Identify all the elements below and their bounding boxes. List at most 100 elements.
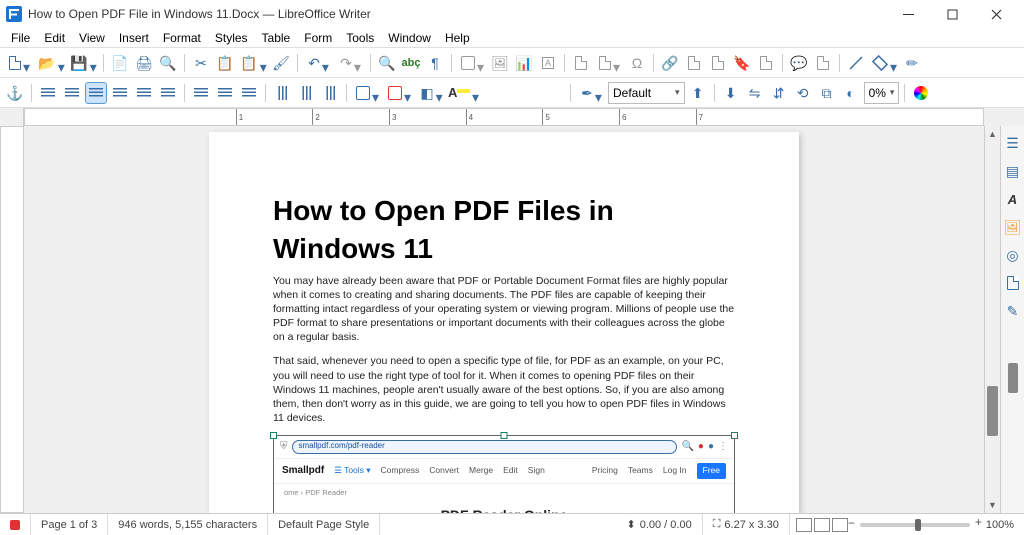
rotate-button[interactable]: ⟲ [792, 82, 814, 104]
zoom-slider[interactable] [860, 523, 970, 527]
export-pdf-button[interactable]: 📄 [109, 52, 131, 74]
view-book[interactable] [832, 518, 848, 532]
sidebar-settings-icon[interactable]: ☰ [1004, 134, 1022, 152]
save-button[interactable]: 💾▾ [68, 52, 98, 74]
scroll-down-arrow[interactable]: ▼ [985, 497, 1000, 513]
resize-handle-n[interactable] [501, 432, 508, 439]
wrap-page-button[interactable] [61, 82, 83, 104]
undo-button[interactable]: ↶▾ [303, 52, 333, 74]
crop-button[interactable]: ⧉ [816, 82, 838, 104]
menu-help[interactable]: Help [438, 29, 477, 47]
align-bottom-button[interactable] [319, 82, 341, 104]
send-to-back-button[interactable]: ⬇ [720, 82, 742, 104]
menu-format[interactable]: Format [156, 29, 208, 47]
highlight-button[interactable]: A▾ [448, 82, 478, 104]
status-save-indicator[interactable] [0, 514, 31, 535]
scroll-up-arrow[interactable]: ▲ [985, 126, 1000, 142]
font-color-button[interactable]: ✒▾ [576, 82, 606, 104]
insert-footnote-button[interactable] [683, 52, 705, 74]
open-button[interactable]: 📂▾ [36, 52, 66, 74]
paragraph-style-select[interactable]: Default▾ [608, 82, 685, 104]
track-changes-button[interactable] [812, 52, 834, 74]
insert-image-button[interactable]: 🖼 [489, 52, 511, 74]
status-zoom[interactable]: 100% [976, 514, 1024, 535]
paste-button[interactable]: 📋▾ [238, 52, 268, 74]
sidebar-properties-icon[interactable]: ▤ [1004, 162, 1022, 180]
border-color-button[interactable]: ▾ [384, 82, 414, 104]
copy-button[interactable]: 📋 [214, 52, 236, 74]
view-single-page[interactable] [796, 518, 812, 532]
draw-line-button[interactable] [845, 52, 867, 74]
align-center-v-button[interactable] [295, 82, 317, 104]
window-close-button[interactable] [974, 0, 1018, 28]
view-multi-page[interactable] [814, 518, 830, 532]
resize-handle-nw[interactable] [270, 432, 277, 439]
transparency-value[interactable]: 0%▾ [864, 82, 900, 104]
wrap-optimal-button[interactable] [85, 82, 107, 104]
menu-view[interactable]: View [72, 29, 112, 47]
align-center-h-button[interactable] [214, 82, 236, 104]
menu-edit[interactable]: Edit [37, 29, 72, 47]
menu-window[interactable]: Window [381, 29, 438, 47]
menu-insert[interactable]: Insert [112, 29, 156, 47]
zoom-slider-knob[interactable] [915, 519, 921, 531]
sidebar-navigator-icon[interactable]: ◎ [1004, 246, 1022, 264]
insert-hyperlink-button[interactable]: 🔗 [659, 52, 681, 74]
status-page-style[interactable]: Default Page Style [268, 514, 380, 535]
scroll-thumb[interactable] [987, 386, 998, 436]
menu-form[interactable]: Form [297, 29, 339, 47]
menu-file[interactable]: File [4, 29, 37, 47]
status-insert-mode[interactable]: ⬍ 0.00 / 0.00 [617, 514, 703, 535]
sidebar-gallery-icon[interactable]: 🖼 [1004, 218, 1022, 236]
anchor-button[interactable]: ⚓ [4, 82, 26, 104]
insert-crossref-button[interactable] [755, 52, 777, 74]
wrap-after-button[interactable] [133, 82, 155, 104]
embedded-image[interactable]: ⛨ smallpdf.com/pdf-reader 🔍 ● ● ⋮ Smallp… [273, 435, 735, 513]
vertical-scrollbar[interactable]: ▲ ▼ [984, 126, 1000, 513]
resize-handle-ne[interactable] [731, 432, 738, 439]
print-button[interactable]: 🖨 [133, 52, 155, 74]
spellcheck-button[interactable]: abç [400, 52, 422, 74]
flip-v-button[interactable]: ⇵ [768, 82, 790, 104]
print-preview-button[interactable]: 🔍 [157, 52, 179, 74]
cut-button[interactable]: ✂ [190, 52, 212, 74]
insert-bookmark-button[interactable]: 🔖 [731, 52, 753, 74]
align-right-button[interactable] [238, 82, 260, 104]
window-minimize-button[interactable] [886, 0, 930, 28]
insert-field-button[interactable]: ▾ [594, 52, 624, 74]
wrap-through-button[interactable] [157, 82, 179, 104]
status-page[interactable]: Page 1 of 3 [31, 514, 108, 535]
insert-special-char-button[interactable]: Ω [626, 52, 648, 74]
menu-table[interactable]: Table [255, 29, 298, 47]
wrap-before-button[interactable] [109, 82, 131, 104]
insert-endnote-button[interactable] [707, 52, 729, 74]
status-wordcount[interactable]: 946 words, 5,155 characters [108, 514, 268, 535]
horizontal-ruler[interactable]: 1 2 3 4 5 6 7 [24, 108, 984, 126]
sidebar-grab-handle[interactable] [1008, 363, 1018, 393]
vertical-ruler[interactable] [0, 126, 24, 513]
border-style-button[interactable]: ▾ [352, 82, 382, 104]
wrap-off-button[interactable] [37, 82, 59, 104]
insert-chart-button[interactable]: 📊 [513, 52, 535, 74]
insert-table-button[interactable]: ▾ [457, 52, 487, 74]
document-page[interactable]: How to Open PDF Files in Windows 11 You … [209, 132, 799, 513]
insert-textbox-button[interactable]: A [537, 52, 559, 74]
menu-tools[interactable]: Tools [339, 29, 381, 47]
new-button[interactable]: ▾ [4, 52, 34, 74]
redo-button[interactable]: ↷▾ [335, 52, 365, 74]
align-top-button[interactable] [271, 82, 293, 104]
insert-comment-button[interactable]: 💬 [788, 52, 810, 74]
bring-to-front-button[interactable]: ⬆ [687, 82, 709, 104]
area-style-button[interactable]: ◧▾ [416, 82, 446, 104]
clone-formatting-button[interactable]: 🖌 [270, 52, 292, 74]
find-replace-button[interactable]: 🔍 [376, 52, 398, 74]
status-cursor-pos[interactable]: ⛶ 6.27 x 3.30 [703, 514, 790, 535]
document-canvas[interactable]: How to Open PDF Files in Windows 11 You … [24, 126, 984, 513]
flip-h-button[interactable]: ⇋ [744, 82, 766, 104]
basic-shapes-button[interactable]: ▾ [869, 52, 899, 74]
sidebar-inspect-icon[interactable]: ✎ [1004, 302, 1022, 320]
formatting-marks-button[interactable]: ¶ [424, 52, 446, 74]
insert-pagebreak-button[interactable] [570, 52, 592, 74]
show-draw-functions-button[interactable]: ✏ [901, 52, 923, 74]
window-maximize-button[interactable] [930, 0, 974, 28]
